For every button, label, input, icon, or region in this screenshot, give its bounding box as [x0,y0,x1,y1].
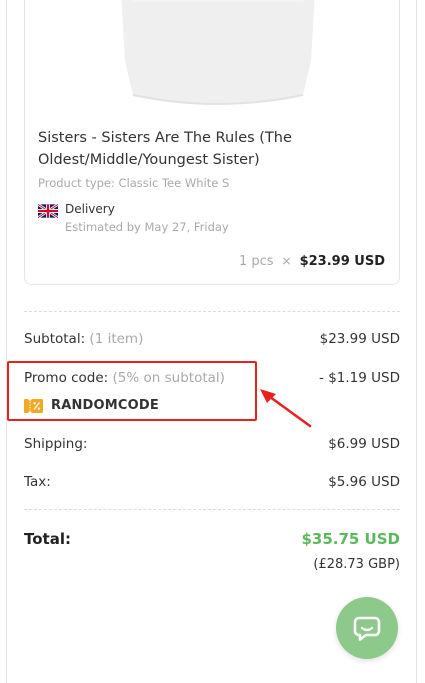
tax-value: $5.96 USD [328,474,400,490]
unit-price: $23.99 USD [299,254,385,269]
subtotal-row: Subtotal: (1 item) $23.99 USD [24,331,400,347]
promo-highlight-box [7,361,257,421]
delivery-estimate: Estimated by May 27, Friday [65,220,229,234]
page-border-right [416,0,417,683]
shipping-row: Shipping: $6.99 USD [24,436,400,452]
promo-discount-value: - $1.19 USD [319,370,400,386]
quantity: 1 pcs [238,254,274,269]
subtotal-label: Subtotal: [24,331,86,347]
times-symbol: × [281,254,292,268]
product-image [121,0,315,105]
total-row: Total: $35.75 USD [24,530,400,548]
product-title[interactable]: Sisters - Sisters Are The Rules (The Old… [38,127,388,171]
tax-row: Tax: $5.96 USD [24,474,400,490]
shipping-label: Shipping: [24,436,88,452]
product-type: Product type: Classic Tee White S [38,176,230,190]
separator [24,509,400,510]
product-card: Sisters - Sisters Are The Rules (The Old… [24,0,400,285]
subtotal-label-group: Subtotal: (1 item) [24,331,143,347]
chat-button[interactable] [336,597,398,659]
annotation-arrow [260,389,312,428]
subtotal-items: (1 item) [89,331,144,347]
delivery-label: Delivery [65,202,115,216]
uk-flag-icon [38,204,58,218]
total-label: Total: [24,530,71,548]
page-border-left [6,0,7,683]
quantity-price-line: 1 pcs × $23.99 USD [239,254,385,269]
subtotal-value: $23.99 USD [319,331,400,347]
separator [24,311,400,312]
chat-icon [353,616,381,641]
total-gbp: (£28.73 GBP) [313,557,400,572]
total-value: $35.75 USD [301,530,400,548]
tax-label: Tax: [24,474,51,490]
shipping-value: $6.99 USD [328,436,400,452]
